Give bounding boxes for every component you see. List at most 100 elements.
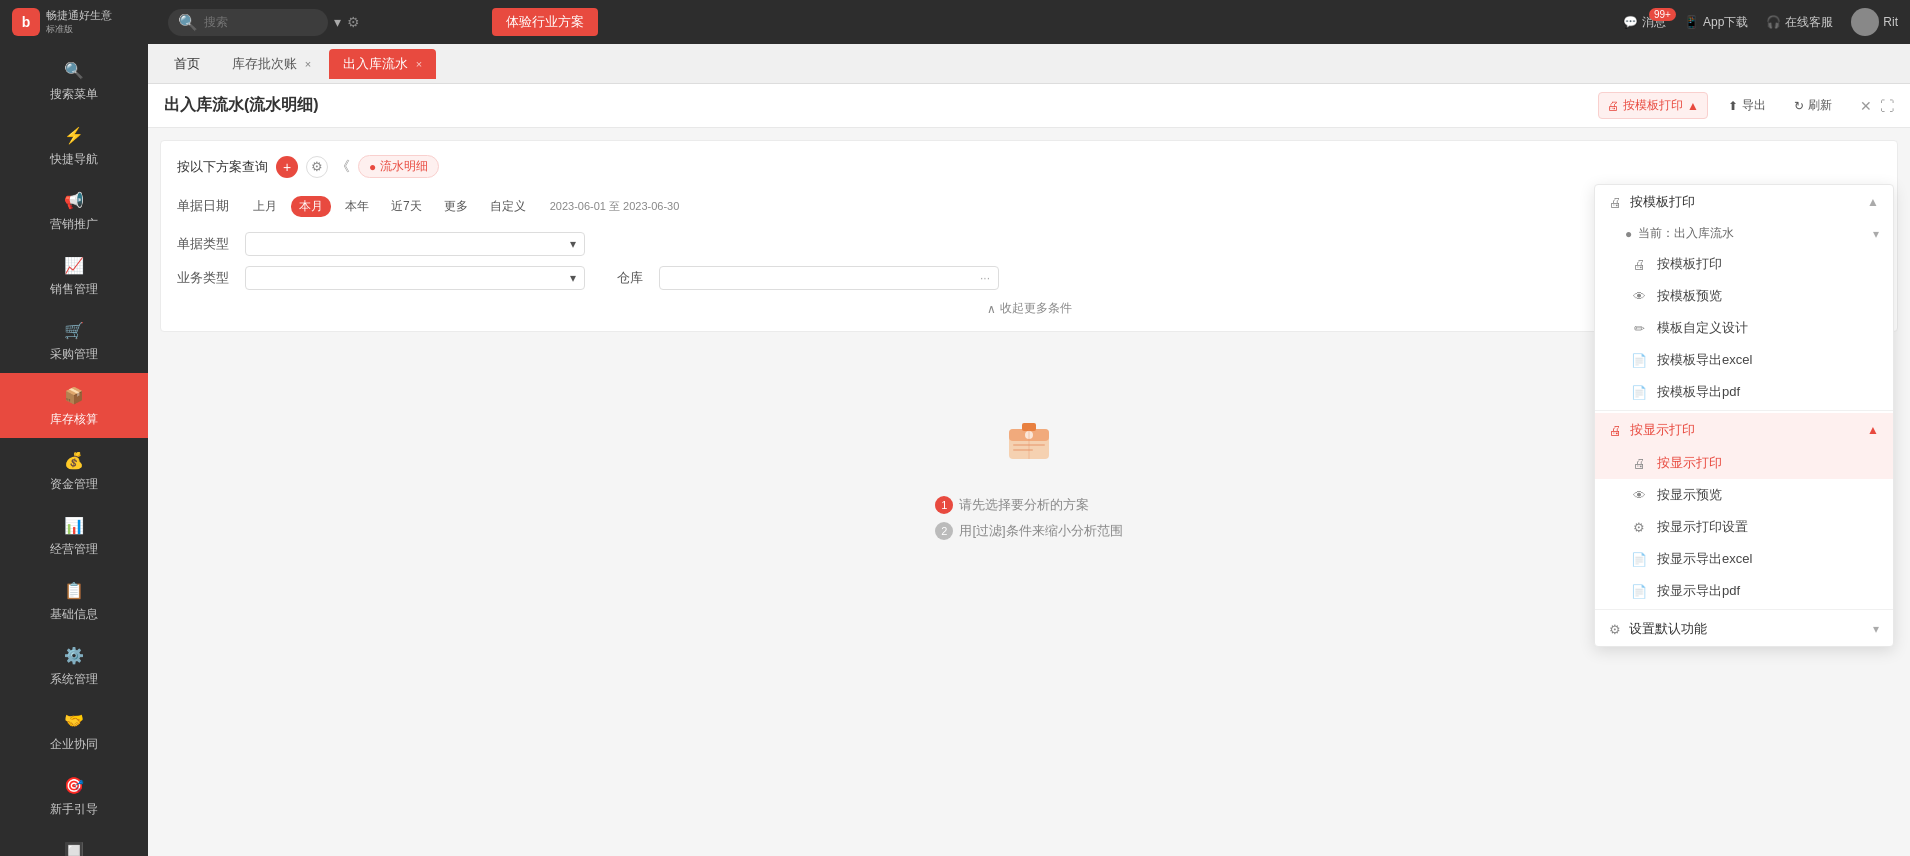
display-print-item-icon: 🖨 bbox=[1631, 455, 1647, 471]
filter-settings-btn[interactable]: ⚙ bbox=[306, 156, 328, 178]
display-section-chevron-up[interactable]: ▲ bbox=[1867, 423, 1879, 437]
business-type-label: 业务类型 bbox=[177, 269, 229, 287]
headset-icon: 🎧 bbox=[1766, 15, 1781, 29]
current-chevron-down[interactable]: ▾ bbox=[1873, 227, 1879, 241]
filter-add-btn[interactable]: + bbox=[276, 156, 298, 178]
warehouse-select[interactable]: ··· bbox=[659, 266, 999, 290]
template-print-item-icon: 🖨 bbox=[1631, 256, 1647, 272]
tab-home[interactable]: 首页 bbox=[160, 49, 214, 79]
logo-icon: b bbox=[12, 8, 40, 36]
date-btn-more[interactable]: 更多 bbox=[436, 196, 476, 217]
page-header: 出入库流水(流水明细) 🖨 按模板打印 ▲ ⬆ 导出 ↻ 刷新 ✕ ⛶ bbox=[148, 84, 1910, 128]
business-type-select[interactable]: ▾ bbox=[245, 266, 585, 290]
display-export-excel-item[interactable]: 📄 按显示导出excel bbox=[1595, 543, 1893, 575]
purchase-icon: 🛒 bbox=[62, 318, 86, 342]
sidebar-item-guide[interactable]: 🎯 新手引导 bbox=[0, 763, 148, 828]
display-export-pdf-item[interactable]: 📄 按显示导出pdf bbox=[1595, 575, 1893, 607]
step2-num: 2 bbox=[935, 522, 953, 540]
empty-steps: 1 请先选择要分析的方案 2 用[过滤]条件来缩小分析范围 bbox=[935, 496, 1122, 540]
online-service-btn[interactable]: 🎧 在线客服 bbox=[1766, 14, 1833, 31]
search-settings-icon[interactable]: ⚙ bbox=[347, 14, 360, 30]
sidebar-item-cooperation[interactable]: 🤝 企业协同 bbox=[0, 698, 148, 763]
template-preview-item[interactable]: 👁 按模板预览 bbox=[1595, 280, 1893, 312]
template-print-item[interactable]: 🖨 按模板打印 bbox=[1595, 248, 1893, 280]
date-btn-prev-month[interactable]: 上月 bbox=[245, 196, 285, 217]
display-print-section-header[interactable]: 🖨 按显示打印 ▲ bbox=[1595, 413, 1893, 447]
empty-illustration bbox=[989, 404, 1069, 484]
date-btn-curr-month[interactable]: 本月 bbox=[291, 196, 331, 217]
search-dropdown-icon[interactable]: ▾ bbox=[334, 14, 341, 30]
tab-inventory-flow[interactable]: 出入库流水 × bbox=[329, 49, 436, 79]
date-btn-curr-year[interactable]: 本年 bbox=[337, 196, 377, 217]
refresh-btn[interactable]: ↻ 刷新 bbox=[1786, 93, 1840, 118]
template-export-excel-item[interactable]: 📄 按模板导出excel bbox=[1595, 344, 1893, 376]
print-icon: 🖨 bbox=[1607, 99, 1619, 113]
display-print-item[interactable]: 🖨 按显示打印 bbox=[1595, 447, 1893, 479]
filter-tag-icon: ● bbox=[369, 160, 376, 174]
chevron-down-doc-type: ▾ bbox=[570, 237, 576, 251]
sidebar-item-purchase[interactable]: 🛒 采购管理 bbox=[0, 308, 148, 373]
sidebar-item-app-center[interactable]: 🔲 应用中心 bbox=[0, 828, 148, 856]
sidebar-item-finance[interactable]: 💰 资金管理 bbox=[0, 438, 148, 503]
cooperation-icon: 🤝 bbox=[62, 708, 86, 732]
expand-window-btn[interactable]: ⛶ bbox=[1880, 98, 1894, 114]
template-section-chevron-up[interactable]: ▲ bbox=[1867, 195, 1879, 209]
avatar bbox=[1851, 8, 1879, 36]
export-btn[interactable]: ⬆ 导出 bbox=[1720, 93, 1774, 118]
tab-inventory-batch[interactable]: 库存批次账 × bbox=[218, 49, 325, 79]
default-function-header[interactable]: ⚙ 设置默认功能 ▾ bbox=[1595, 612, 1893, 646]
warehouse-label: 仓库 bbox=[617, 269, 643, 287]
content-area: 首页 库存批次账 × 出入库流水 × 出入库流水(流水明细) 🖨 按模板打印 ▲… bbox=[148, 44, 1910, 856]
sidebar-item-sales[interactable]: 📈 销售管理 bbox=[0, 243, 148, 308]
sidebar-item-search[interactable]: 🔍 搜索菜单 bbox=[0, 48, 148, 113]
sidebar-item-inventory[interactable]: 📦 库存核算 bbox=[0, 373, 148, 438]
trial-button[interactable]: 体验行业方案 bbox=[492, 8, 598, 36]
sidebar-item-quick-nav[interactable]: ⚡ 快捷导航 bbox=[0, 113, 148, 178]
sidebar-item-basic-info[interactable]: 📋 基础信息 bbox=[0, 568, 148, 633]
template-export-pdf-item[interactable]: 📄 按模板导出pdf bbox=[1595, 376, 1893, 408]
tab-inventory-batch-close[interactable]: × bbox=[305, 58, 311, 70]
print-template-btn[interactable]: 🖨 按模板打印 ▲ bbox=[1598, 92, 1708, 119]
template-customize-item[interactable]: ✏ 模板自定义设计 bbox=[1595, 312, 1893, 344]
default-function-icon: ⚙ bbox=[1609, 622, 1621, 637]
display-section-icon: 🖨 bbox=[1609, 423, 1622, 438]
display-preview-item[interactable]: 👁 按显示预览 bbox=[1595, 479, 1893, 511]
sidebar-item-system[interactable]: ⚙️ 系统管理 bbox=[0, 633, 148, 698]
sidebar-item-label: 资金管理 bbox=[50, 476, 98, 493]
template-print-section-header[interactable]: 🖨 按模板打印 ▲ bbox=[1595, 185, 1893, 219]
tab-inventory-flow-close[interactable]: × bbox=[416, 58, 422, 70]
messages-btn[interactable]: 💬 消息 99+ bbox=[1623, 14, 1666, 31]
doc-type-select[interactable]: ▾ bbox=[245, 232, 585, 256]
search-input[interactable] bbox=[204, 15, 304, 29]
sidebar-item-operations[interactable]: 📊 经营管理 bbox=[0, 503, 148, 568]
print-section-icon: 🖨 bbox=[1609, 195, 1622, 210]
sidebar-item-label: 基础信息 bbox=[50, 606, 98, 623]
app-download-btn[interactable]: 📱 App下载 bbox=[1684, 14, 1748, 31]
sidebar-item-label: 销售管理 bbox=[50, 281, 98, 298]
doc-type-label: 单据类型 bbox=[177, 235, 229, 253]
app-center-icon: 🔲 bbox=[62, 838, 86, 856]
search-input-wrap[interactable]: 🔍 bbox=[168, 9, 328, 36]
user-avatar-area[interactable]: Rit bbox=[1851, 8, 1898, 36]
date-btn-custom[interactable]: 自定义 bbox=[482, 196, 534, 217]
filter-collapse-btn[interactable]: 《 bbox=[336, 158, 350, 176]
default-function-label: 设置默认功能 bbox=[1629, 620, 1707, 638]
guide-icon: 🎯 bbox=[62, 773, 86, 797]
close-window-btn[interactable]: ✕ bbox=[1860, 98, 1872, 114]
filter-tag[interactable]: ● 流水明细 bbox=[358, 155, 439, 178]
sidebar-item-marketing[interactable]: 📢 营销推广 bbox=[0, 178, 148, 243]
tab-bar: 首页 库存批次账 × 出入库流水 × bbox=[148, 44, 1910, 84]
date-btn-last7[interactable]: 近7天 bbox=[383, 196, 430, 217]
main-layout: 🔍 搜索菜单 ⚡ 快捷导航 📢 营销推广 📈 销售管理 🛒 采购管理 📦 库存核… bbox=[0, 44, 1910, 856]
chevron-up-icon: ▲ bbox=[1687, 99, 1699, 113]
search-icon: 🔍 bbox=[178, 13, 198, 32]
default-function-chevron[interactable]: ▾ bbox=[1873, 622, 1879, 636]
sidebar-item-label: 库存核算 bbox=[50, 411, 98, 428]
chevron-up-icon: ∧ bbox=[987, 302, 996, 316]
sidebar-item-label: 营销推广 bbox=[50, 216, 98, 233]
basic-info-icon: 📋 bbox=[62, 578, 86, 602]
collapse-more-btn[interactable]: ∧ 收起更多条件 bbox=[987, 300, 1072, 317]
sidebar-item-label: 采购管理 bbox=[50, 346, 98, 363]
display-print-settings-item[interactable]: ⚙ 按显示打印设置 bbox=[1595, 511, 1893, 543]
dropdown-divider bbox=[1595, 410, 1893, 411]
